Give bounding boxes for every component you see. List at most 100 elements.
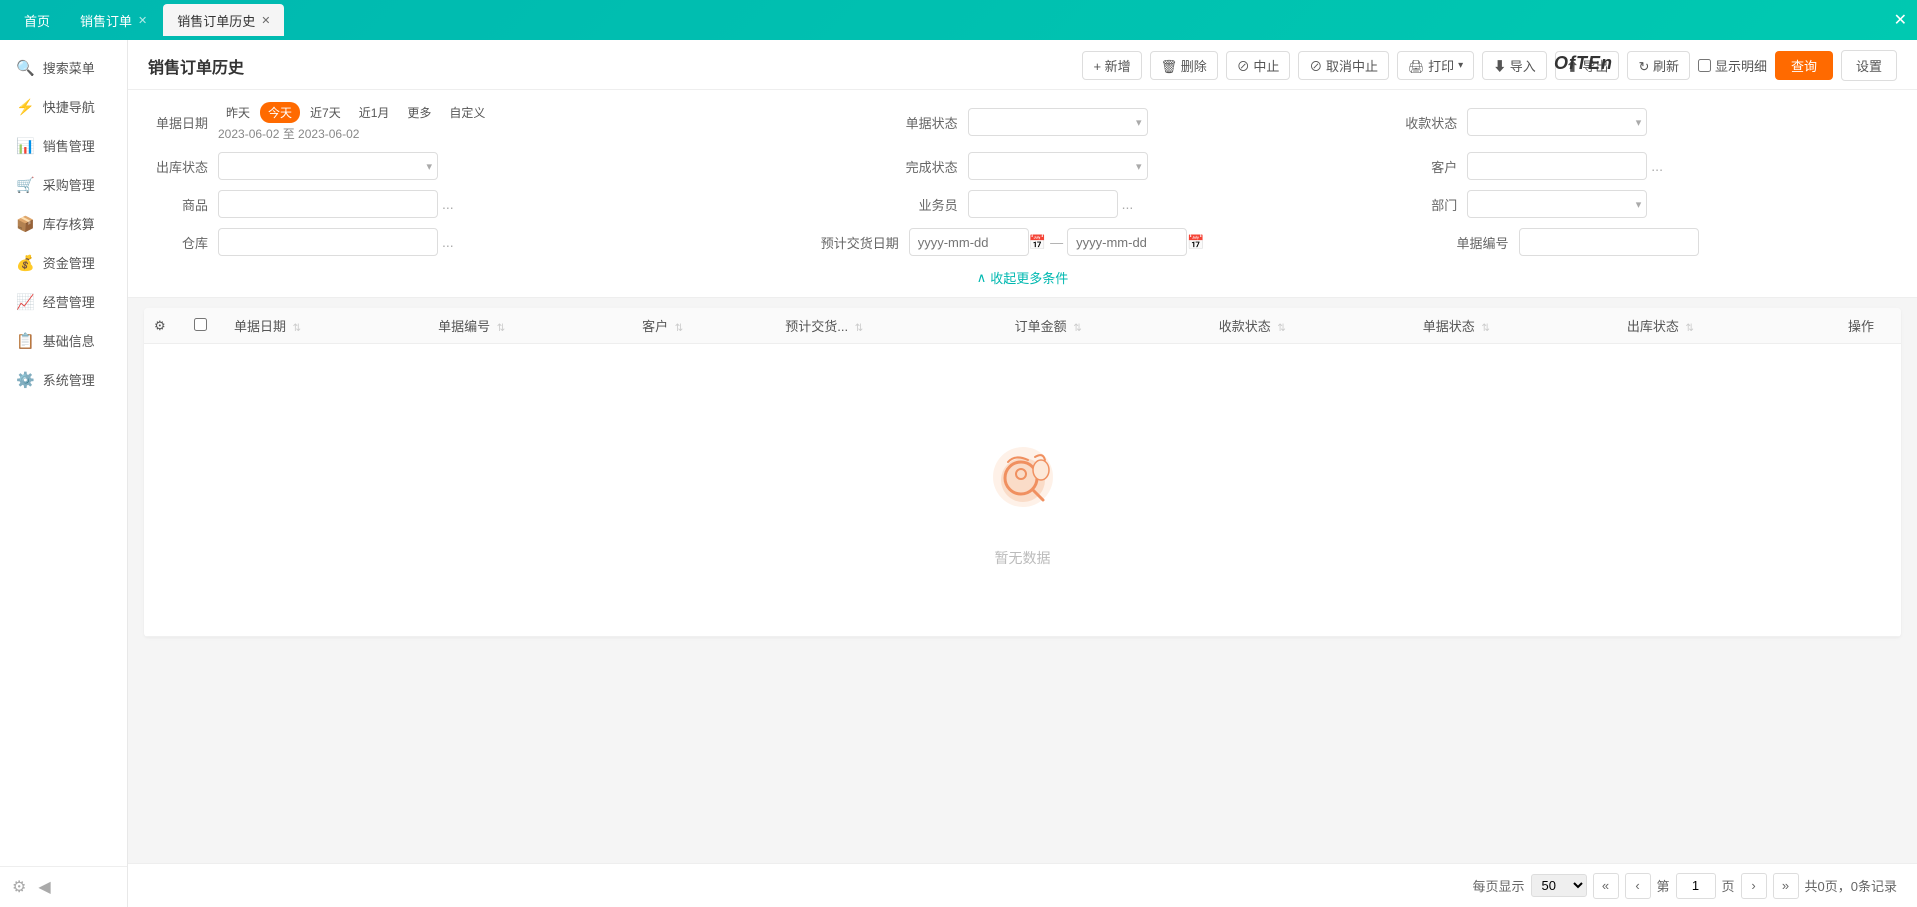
- chip-1month[interactable]: 近1月: [351, 102, 398, 123]
- chip-custom[interactable]: 自定义: [441, 102, 493, 123]
- complete-status-select[interactable]: [968, 152, 1148, 180]
- collapse-icon: ∧: [977, 270, 987, 286]
- sidebar-item-sales[interactable]: 📊 销售管理: [0, 126, 127, 165]
- bill-no-input[interactable]: [1519, 228, 1699, 256]
- next-page-btn[interactable]: ›: [1741, 873, 1767, 899]
- th-checkbox[interactable]: [184, 308, 224, 344]
- th-out-status[interactable]: 出库状态 ⇅: [1617, 308, 1821, 344]
- filter-col-customer: 客户 ...: [1397, 152, 1897, 180]
- query-button-label: 查询: [1791, 59, 1817, 74]
- date-from-calendar-icon[interactable]: 📅: [1029, 234, 1046, 251]
- page-number-input[interactable]: [1676, 873, 1716, 899]
- date-range-text: 2023-06-02 至 2023-06-02: [218, 125, 493, 142]
- date-to-input[interactable]: [1067, 228, 1187, 256]
- th-billno[interactable]: 单据编号 ⇅: [428, 308, 632, 344]
- data-table: ⚙ 单据日期 ⇅ 单据编号 ⇅: [144, 308, 1901, 637]
- chip-today[interactable]: 今天: [260, 102, 300, 123]
- sidebar-item-system[interactable]: ⚙️ 系统管理: [0, 360, 127, 399]
- chip-7days[interactable]: 近7天: [302, 102, 349, 123]
- empty-cell: 暂无数据: [144, 344, 1901, 637]
- table-settings-icon[interactable]: ⚙: [154, 318, 166, 333]
- import-button[interactable]: ⬇ 导入: [1482, 51, 1547, 80]
- sidebar-item-quicknav[interactable]: ⚡ 快捷导航: [0, 87, 127, 126]
- complete-status-label: 完成状态: [898, 157, 968, 176]
- goods-dots-btn[interactable]: ...: [438, 196, 458, 212]
- dept-label: 部门: [1397, 195, 1467, 214]
- top-bar-right: ✕: [1894, 10, 1907, 30]
- receipt-status-select-wrapper: ▾: [1467, 108, 1647, 136]
- prev-page-btn[interactable]: ‹: [1625, 873, 1651, 899]
- customer-dots-btn[interactable]: ...: [1647, 158, 1667, 174]
- salesman-dots-btn[interactable]: ...: [1118, 196, 1138, 212]
- collapse-row[interactable]: ∧ 收起更多条件: [148, 266, 1897, 293]
- filter-row-1: 单据日期 昨天 今天 近7天 近1月 更多 自定义 2023-06-02 至 2…: [148, 102, 1897, 142]
- tab-home[interactable]: 首页: [10, 4, 64, 36]
- out-status-select[interactable]: [218, 152, 438, 180]
- th-bill-status-sort-icon: ⇅: [1481, 323, 1489, 334]
- first-page-icon: «: [1602, 878, 1609, 893]
- last-page-btn[interactable]: »: [1773, 873, 1799, 899]
- empty-row: 暂无数据: [144, 344, 1901, 637]
- tab-sales-order[interactable]: 销售订单 ✕: [66, 4, 161, 36]
- th-delivery[interactable]: 预计交货... ⇅: [775, 308, 1004, 344]
- receipt-status-select[interactable]: [1467, 108, 1647, 136]
- stop-button[interactable]: ⊘ 中止: [1226, 51, 1291, 80]
- chip-more[interactable]: 更多: [399, 102, 439, 123]
- display-detail-checkbox[interactable]: 显示明细: [1698, 56, 1767, 75]
- print-button[interactable]: 🖨 打印 ▾: [1397, 51, 1474, 80]
- query-button[interactable]: 查询: [1775, 51, 1833, 80]
- sidebar-item-basic[interactable]: 📋 基础信息: [0, 321, 127, 360]
- page-footer: 每页显示 50 100 « ‹ 第 页 ›: [128, 863, 1917, 907]
- per-page-select[interactable]: 50 100: [1531, 874, 1587, 897]
- th-receipt-status[interactable]: 收款状态 ⇅: [1209, 308, 1413, 344]
- cancel-stop-button[interactable]: ⊘ 取消中止: [1298, 51, 1389, 80]
- window-close-icon[interactable]: ✕: [1894, 10, 1907, 30]
- warehouse-input[interactable]: [218, 228, 438, 256]
- th-receipt-status-sort-icon: ⇅: [1277, 323, 1285, 334]
- th-customer[interactable]: 客户 ⇅: [632, 308, 775, 344]
- filter-row-2: 出库状态 ▾ 完成状态 ▾: [148, 152, 1897, 180]
- salesman-input[interactable]: [968, 190, 1118, 218]
- date-to-calendar-icon[interactable]: 📅: [1187, 234, 1204, 251]
- th-amount[interactable]: 订单金额 ⇅: [1005, 308, 1209, 344]
- content-area: 销售订单历史 + 新增 🗑 删除 ⊘ 中止 ⊘ 取消中止 🖨 打印 ▾: [128, 40, 1917, 907]
- print-button-label: 🖨 打印: [1408, 56, 1454, 75]
- out-status-label: 出库状态: [148, 157, 218, 176]
- tab-sales-order-close[interactable]: ✕: [138, 14, 147, 27]
- th-date[interactable]: 单据日期 ⇅: [224, 308, 428, 344]
- goods-input[interactable]: [218, 190, 438, 218]
- dept-select[interactable]: [1467, 190, 1647, 218]
- display-detail-input[interactable]: [1698, 59, 1711, 72]
- bill-status-select[interactable]: [968, 108, 1148, 136]
- warehouse-dots-btn[interactable]: ...: [438, 234, 458, 250]
- empty-state: 暂无数据: [154, 352, 1891, 628]
- tab-sales-history-close[interactable]: ✕: [261, 14, 270, 27]
- prev-page-icon: ‹: [1635, 878, 1639, 893]
- sidebar-item-operations[interactable]: 📈 经营管理: [0, 282, 127, 321]
- delete-button[interactable]: 🗑 删除: [1150, 51, 1218, 80]
- filter-col-bill-no: 单据编号: [1449, 228, 1897, 256]
- tab-sales-history[interactable]: 销售订单历史 ✕: [163, 4, 284, 36]
- th-bill-status[interactable]: 单据状态 ⇅: [1413, 308, 1617, 344]
- settings-button[interactable]: 设置: [1841, 50, 1897, 81]
- th-receipt-status-label: 收款状态: [1219, 319, 1271, 334]
- sidebar-item-finance[interactable]: 💰 资金管理: [0, 243, 127, 282]
- refresh-button-label: ↻ 刷新: [1638, 56, 1679, 75]
- new-button[interactable]: + 新增: [1082, 51, 1141, 80]
- sidebar-collapse-icon[interactable]: ◀: [38, 877, 50, 897]
- sidebar-settings-icon[interactable]: ⚙: [12, 877, 26, 897]
- per-page-label: 每页显示: [1472, 876, 1524, 895]
- date-from-input[interactable]: [909, 228, 1029, 256]
- refresh-button[interactable]: ↻ 刷新: [1627, 51, 1690, 80]
- date-dash: —: [1046, 235, 1067, 250]
- chip-yesterday[interactable]: 昨天: [218, 102, 258, 123]
- receipt-status-label: 收款状态: [1397, 113, 1467, 132]
- sidebar-item-inventory[interactable]: 📦 库存核算: [0, 204, 127, 243]
- sidebar-item-purchase[interactable]: 🛒 采购管理: [0, 165, 127, 204]
- sidebar-item-search[interactable]: 🔍 搜索菜单: [0, 48, 127, 87]
- select-all-checkbox[interactable]: [194, 318, 207, 331]
- th-settings[interactable]: ⚙: [144, 308, 184, 344]
- customer-input[interactable]: [1467, 152, 1647, 180]
- page-label: 第: [1657, 876, 1670, 895]
- first-page-btn[interactable]: «: [1593, 873, 1619, 899]
